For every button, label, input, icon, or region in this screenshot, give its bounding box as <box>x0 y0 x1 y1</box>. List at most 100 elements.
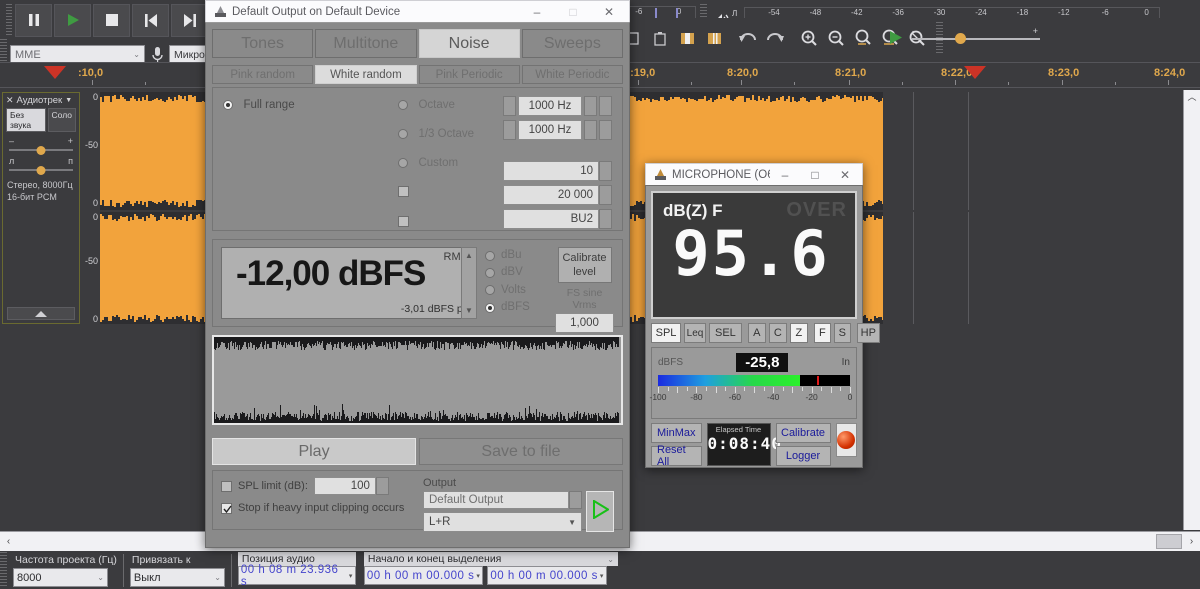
gain-slider[interactable]: – + <box>3 134 79 154</box>
radio-full-range[interactable]: Full range <box>223 96 398 114</box>
generator-titlebar[interactable]: Default Output on Default Device – □ ✕ <box>205 0 630 22</box>
custom-high-field[interactable]: 20 000 <box>503 185 599 205</box>
custom-filter-field[interactable]: BU2 <box>503 209 599 229</box>
waveform-preview[interactable] <box>212 335 623 425</box>
level-display[interactable]: RMS -12,00 dBFS -3,01 dBFS pk ▲ ▼ <box>221 247 477 319</box>
third-octave-spin-up[interactable] <box>584 120 597 140</box>
minmax-button[interactable]: MinMax <box>651 423 702 443</box>
custom-low-spin[interactable] <box>599 161 612 181</box>
copy-icon[interactable] <box>647 25 673 52</box>
custom-low-field[interactable]: 10 <box>503 161 599 181</box>
scroll-right-arrow[interactable]: › <box>1183 536 1200 547</box>
weight-z-button[interactable]: Z <box>790 323 808 343</box>
scroll-up-arrow[interactable]: ︿ <box>1184 90 1200 106</box>
spl-lcd[interactable]: dB(Z) F OVER 95.6 <box>651 191 857 319</box>
skip-to-end-button[interactable] <box>171 4 208 37</box>
save-to-file-button[interactable]: Save to file <box>419 438 623 465</box>
third-octave-frequency-field[interactable]: 1000 Hz <box>518 120 582 140</box>
level-spin-up[interactable]: ▲ <box>465 251 473 260</box>
chevron-down-icon[interactable]: ▼ <box>65 97 72 104</box>
radio-dbu[interactable]: dBu <box>485 247 547 264</box>
stop-button[interactable] <box>93 4 130 37</box>
zoom-in-icon[interactable] <box>796 25 822 52</box>
subtab-pink-periodic[interactable]: Pink Periodic <box>419 65 520 84</box>
sel-button[interactable]: SEL <box>709 323 742 343</box>
subtab-white-periodic[interactable]: White Periodic <box>522 65 623 84</box>
close-button[interactable]: ✕ <box>591 1 627 22</box>
spl-limit-field[interactable]: 100 <box>314 477 376 495</box>
play-at-speed-icon[interactable] <box>880 30 910 45</box>
collapse-up-icon[interactable] <box>7 307 75 320</box>
custom-high-spin[interactable] <box>599 185 612 205</box>
trim-audio-icon[interactable] <box>701 25 727 52</box>
minimize-button[interactable]: – <box>519 1 555 22</box>
spl-limit-spin[interactable] <box>376 477 389 495</box>
vertical-scrollbar[interactable]: ︿ <box>1183 90 1200 530</box>
spl-limit-checkbox[interactable] <box>221 481 232 492</box>
radio-dbv[interactable]: dBV <box>485 264 547 281</box>
speed-slider-thumb[interactable] <box>955 33 966 44</box>
clip-stop-checkbox[interactable] <box>221 503 232 514</box>
scroll-thumb[interactable] <box>1156 534 1182 549</box>
tab-multitone[interactable]: Multitone <box>315 29 416 58</box>
output-device-spin[interactable] <box>569 491 582 509</box>
play-button[interactable]: Play <box>212 438 416 465</box>
fs-sine-field[interactable]: 1,000 <box>555 313 614 333</box>
close-button[interactable]: ✕ <box>830 164 860 185</box>
track-control-panel[interactable]: ✕ Аудиотрек ▼ Без звука Соло – + лп Стере… <box>2 92 80 324</box>
redo-icon[interactable] <box>762 25 788 52</box>
zoom-selection-icon[interactable] <box>850 25 876 52</box>
minimize-button[interactable]: – <box>770 164 800 185</box>
play-button[interactable] <box>54 4 91 37</box>
pause-button[interactable] <box>15 4 52 37</box>
skip-to-start-button[interactable] <box>132 4 169 37</box>
output-play-button[interactable] <box>586 491 614 532</box>
low-freq-checkbox[interactable] <box>398 186 409 197</box>
maximize-button[interactable]: □ <box>800 164 830 185</box>
pan-slider[interactable]: лп <box>3 154 79 174</box>
octave-spin-up[interactable] <box>584 96 597 116</box>
custom-filter-spin[interactable] <box>599 209 612 229</box>
radio-dbfs[interactable]: dBFS <box>485 299 547 316</box>
slow-button[interactable]: S <box>834 323 851 343</box>
spl-titlebar[interactable]: MICROPHONE (O6... – □ ✕ <box>645 163 863 185</box>
octave-spin-down[interactable] <box>503 96 516 116</box>
fast-button[interactable]: F <box>814 323 831 343</box>
subtab-pink-random[interactable]: Pink random <box>212 65 313 84</box>
calibrate-level-button[interactable]: Calibrate level <box>558 247 612 283</box>
playhead-marker[interactable] <box>964 66 986 79</box>
radio-custom[interactable]: Custom <box>398 154 503 172</box>
subtab-white-random[interactable]: White random <box>315 65 416 84</box>
solo-button[interactable]: Соло <box>48 108 76 132</box>
paste-icon[interactable] <box>674 25 700 52</box>
leq-button[interactable]: Leq <box>684 323 706 343</box>
reset-all-button[interactable]: Reset All <box>651 446 702 466</box>
tab-noise[interactable]: Noise <box>419 29 520 58</box>
hp-button[interactable]: HP <box>857 323 880 343</box>
output-channel-select[interactable]: L+R ▼ <box>423 512 582 532</box>
octave-frequency-field[interactable]: 1000 Hz <box>518 96 582 116</box>
speed-slider[interactable]: - + <box>910 26 1060 48</box>
radio-octave[interactable]: Octave <box>398 96 503 114</box>
level-spin-down[interactable]: ▼ <box>465 306 473 315</box>
zoom-out-icon[interactable] <box>823 25 849 52</box>
spl-button[interactable]: SPL <box>651 323 681 343</box>
undo-icon[interactable] <box>735 25 761 52</box>
third-octave-spin-extra[interactable] <box>599 120 612 140</box>
close-icon[interactable]: ✕ <box>6 95 14 106</box>
project-rate-select[interactable]: 8000 ⌄ <box>13 568 108 587</box>
snap-to-select[interactable]: Выкл ⌄ <box>130 568 225 587</box>
logger-button[interactable]: Logger <box>776 446 831 466</box>
audio-position-field[interactable]: 00 h 08 m 23.936 s ▾ <box>238 566 356 585</box>
calibrate-button[interactable]: Calibrate <box>776 423 831 443</box>
tab-tones[interactable]: Tones <box>212 29 313 58</box>
selection-start-field[interactable]: 00 h 00 m 00.000 s ▾ <box>364 566 483 585</box>
weight-a-button[interactable]: A <box>748 323 766 343</box>
scroll-left-arrow[interactable]: ‹ <box>0 536 17 547</box>
level-spinner[interactable]: ▲ ▼ <box>461 247 477 319</box>
weight-c-button[interactable]: C <box>769 323 787 343</box>
selection-toolbar-grip[interactable] <box>0 552 7 587</box>
third-octave-spin-down[interactable] <box>503 120 516 140</box>
pan-slider-thumb[interactable] <box>37 166 46 175</box>
toolbar-grip[interactable] <box>6 4 12 36</box>
